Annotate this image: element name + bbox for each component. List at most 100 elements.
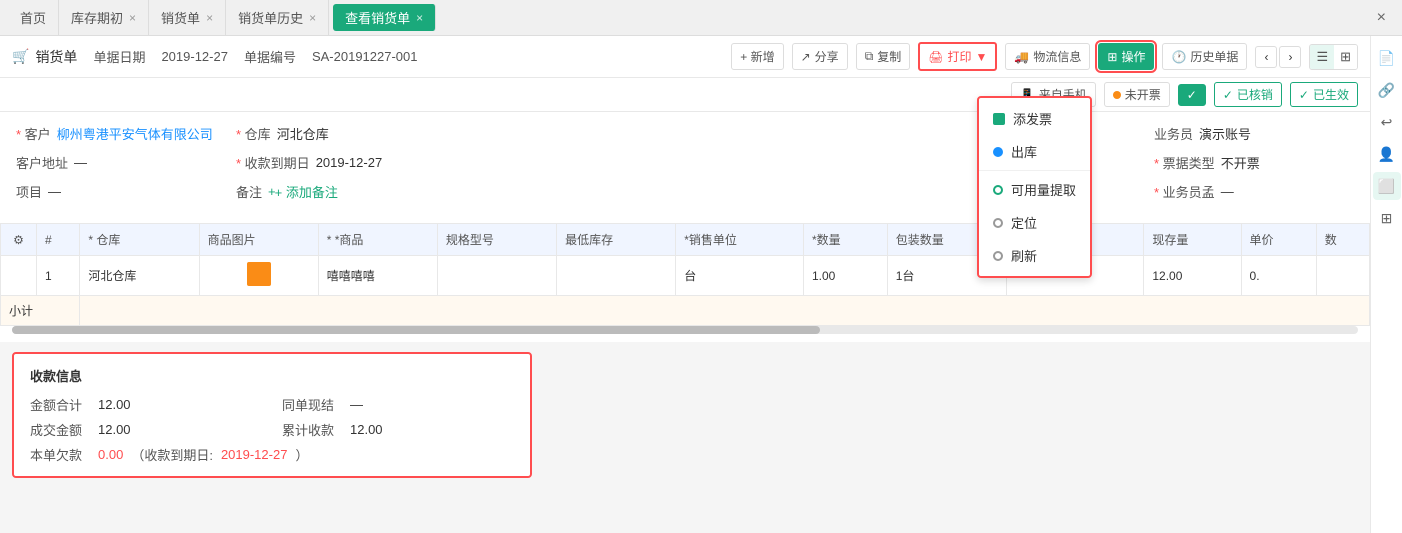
number-value: SA-20191227-001 [312,49,418,64]
operate-icon: ⊞ [1107,50,1117,64]
cumulative-label: 累计收款 [282,420,342,439]
doc-header: 🛒 销货单 单据日期 2019-12-27 单据编号 SA-20191227-0… [0,36,1370,78]
history-button[interactable]: 🕐 历史单据 [1162,43,1247,70]
staff2-field: 业务员孟 — [1154,182,1354,201]
payment-grid: 金额合计 12.00 同单现结 — 成交金额 12.00 累计收款 12.00 … [30,395,514,464]
tab-inventory[interactable]: 库存期初 × [59,0,149,35]
list-view-icon[interactable]: ☰ [1310,45,1334,69]
print-button[interactable]: 🖨 打印 ▼ [918,42,997,71]
arrears-row: 本单欠款 0.00 （收款到期日: 2019-12-27 ） [30,445,514,464]
print-dropdown-arrow: ▼ [976,50,988,64]
operate-button[interactable]: ⊞ 操作 [1098,43,1154,70]
row-unit: 台 [676,256,804,296]
staff-label: 业务员 [1154,124,1193,143]
dropdown-add-invoice[interactable]: 添发票 [979,102,1090,135]
sidebar-user-icon[interactable]: 👤 [1373,140,1401,168]
subtotal-data [80,296,1370,326]
tab-close-sales[interactable]: × [206,11,213,25]
tab-close-view-sales[interactable]: × [416,11,423,25]
same-order-value: — [350,397,363,412]
tab-sales[interactable]: 销货单 × [149,0,226,35]
doc-icon: 🛒 [12,48,29,65]
col-price: 单价 [1241,224,1316,256]
tab-sales-history[interactable]: 销货单历史 × [226,0,329,35]
available-label: 可用量提取 [1011,180,1076,199]
prev-arrow[interactable]: ‹ [1255,46,1277,68]
share-button[interactable]: ↗ 分享 [792,43,848,70]
customer-value[interactable]: 柳州粤港平安气体有限公司 [57,124,213,143]
staff2-label: 业务员孟 [1154,182,1215,201]
row-price: 0. [1241,256,1316,296]
add-invoice-label: 添发票 [1013,109,1052,128]
window-close-button[interactable]: × [1369,9,1394,27]
amount-total-row: 金额合计 12.00 [30,395,262,414]
sidebar-grid-icon[interactable]: ⊞ [1373,204,1401,232]
add-invoice-icon [993,113,1005,125]
logistics-button[interactable]: 🚚 物流信息 [1005,43,1090,70]
copy-icon: ⧉ [865,49,874,64]
due-date-value: 2019-12-27 [316,155,383,170]
arrears-note: （收款到期日: [131,445,213,464]
col-warehouse: * 仓库 [80,224,199,256]
row-stock: 12.00 [1144,256,1241,296]
col-qty: *数量 [803,224,887,256]
address-label: 客户地址 [16,153,68,172]
col-image: 商品图片 [199,224,318,256]
check-button[interactable]: ✓ [1178,84,1206,106]
dropdown-locate[interactable]: 定位 [979,206,1090,239]
same-order-label: 同单现结 [282,395,342,414]
history-icon: 🕐 [1171,50,1186,64]
payment-info: 收款信息 金额合计 12.00 同单现结 — 成交金额 12.00 累计收款 1… [12,352,532,478]
outbound-label: 出库 [1011,142,1037,161]
grid-view-icon[interactable]: ⊞ [1334,45,1357,69]
not-open-button[interactable]: 未开票 [1104,82,1170,107]
horizontal-scrollbar[interactable] [12,326,1358,334]
amount-total-value: 12.00 [98,397,131,412]
col-min-stock: 最低库存 [557,224,676,256]
sold-out-icon: ✓ [1223,88,1233,102]
sidebar-return-icon[interactable]: ↩ [1373,108,1401,136]
address-value: — [74,155,87,170]
col-settings[interactable]: ⚙ [1,224,37,256]
tab-view-sales[interactable]: 查看销货单 × [333,4,436,31]
warehouse-field: 仓库 河北仓库 [236,124,436,143]
locate-label: 定位 [1011,213,1037,232]
sold-out-button[interactable]: ✓ 已核销 [1214,82,1282,107]
dropdown-outbound[interactable]: 出库 [979,135,1090,168]
effective-button[interactable]: ✓ 已生效 [1290,82,1358,107]
amount-total-label: 金额合计 [30,395,90,414]
note-label: 备注 [236,182,262,201]
date-value: 2019-12-27 [161,49,228,64]
subtotal-row: 小计 [1,296,1370,326]
row-product: 嘻嘻嘻嘻 [318,256,437,296]
add-note-button[interactable]: + + 添加备注 [268,182,338,201]
arrears-date: 2019-12-27 [221,447,288,462]
arrears-value: 0.00 [98,447,123,462]
subtotal-label: 小计 [1,296,80,326]
operate-dropdown: 添发票 出库 可用量提取 定位 刷新 [977,96,1092,278]
dropdown-refresh[interactable]: 刷新 [979,239,1090,272]
add-button[interactable]: + 新增 [731,43,783,70]
tab-close-sales-history[interactable]: × [309,11,316,25]
doc-title-area: 🛒 销货单 [12,47,77,67]
nav-arrows: ‹ › [1255,46,1301,68]
row-settings[interactable] [1,256,37,296]
row-qty: 1.00 [803,256,887,296]
col-product: * *商品 [318,224,437,256]
scroll-thumb[interactable] [12,326,820,334]
tab-home[interactable]: 首页 [8,0,59,35]
copy-button[interactable]: ⧉ 复制 [856,43,911,70]
dropdown-available[interactable]: 可用量提取 [979,173,1090,206]
row-more [1316,256,1369,296]
sidebar-link-icon[interactable]: 🔗 [1373,76,1401,104]
number-label: 单据编号 [244,47,296,66]
next-arrow[interactable]: › [1279,46,1301,68]
tab-close-inventory[interactable]: × [129,11,136,25]
sidebar-doc-icon[interactable]: 📄 [1373,44,1401,72]
sidebar-expand-icon[interactable]: ⬜ [1373,172,1401,200]
print-icon: 🖨 [928,50,943,64]
same-order-row: 同单现结 — [282,395,514,414]
project-value: — [48,184,61,199]
payment-title: 收款信息 [30,366,514,385]
due-date-label: 收款到期日 [236,153,310,172]
